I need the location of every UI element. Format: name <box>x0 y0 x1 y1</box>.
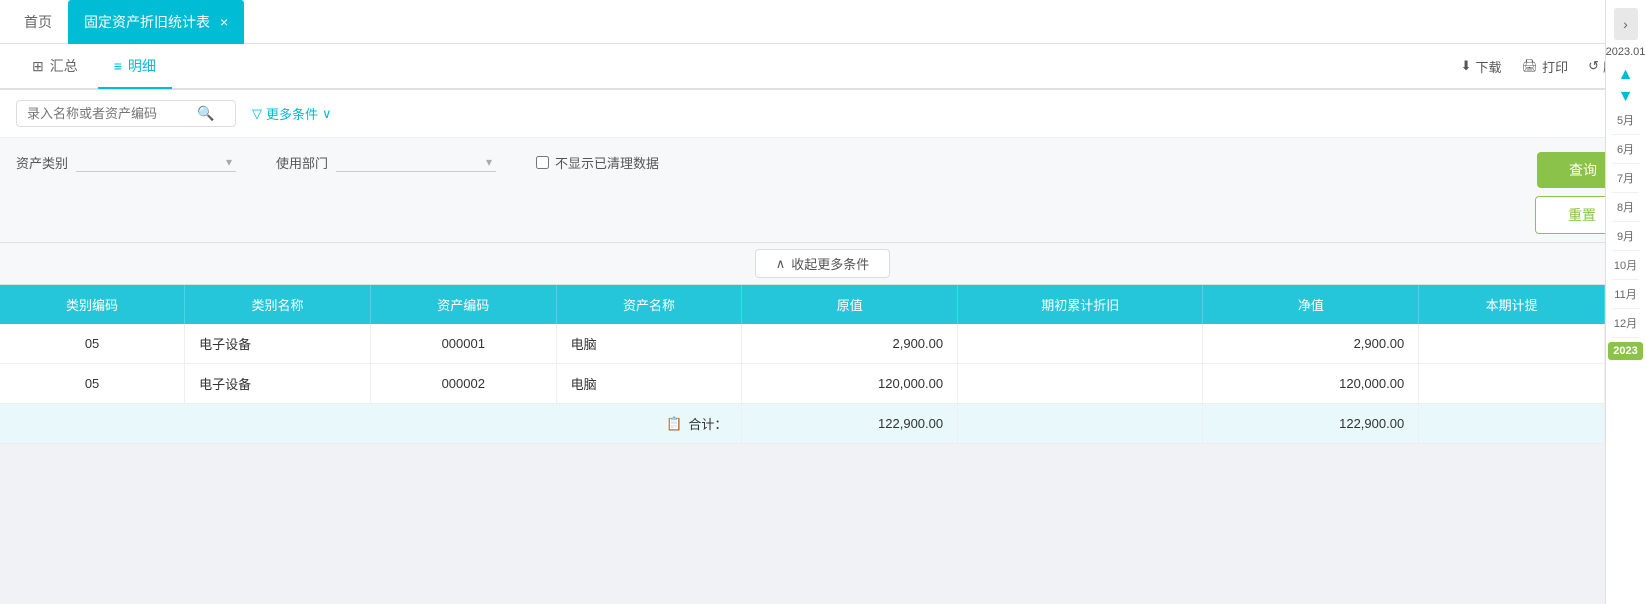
summary-label: 汇总 <box>50 56 78 76</box>
total-original-value: 122,900.00 <box>742 404 958 444</box>
col-asset-name: 资产名称 <box>556 285 742 324</box>
col-initial-depreciation: 期初累计折旧 <box>958 285 1203 324</box>
month-list: 5月6月7月8月9月10月11月12月 <box>1612 106 1639 338</box>
detail-label: 明细 <box>128 56 156 76</box>
detail-icon: ≡ <box>114 58 122 74</box>
table-row: 05 电子设备 000002 电脑 120,000.00 120,000.00 <box>0 364 1605 404</box>
sub-tabs-right: ⬇ 下载 🖨 打印 ↺ 刷新 <box>1461 57 1629 76</box>
search-icon[interactable]: 🔍 <box>197 105 214 122</box>
filter-icon: ▽ <box>252 106 262 122</box>
expand-panel-btn[interactable]: › <box>1614 8 1638 40</box>
no-cleared-filter: 不显示已清理数据 <box>536 153 659 172</box>
asset-type-select[interactable] <box>76 152 236 172</box>
date-display: 2023.01 <box>1606 46 1645 58</box>
no-cleared-checkbox[interactable] <box>536 156 549 169</box>
cell-category-name: 电子设备 <box>185 324 371 364</box>
more-conditions-label: 更多条件 <box>266 104 318 123</box>
tab-close-btn[interactable]: × <box>220 14 228 30</box>
total-label-text: 合计： <box>688 414 727 433</box>
right-panel: › 2023.01 ▲ ▼ 5月6月7月8月9月10月11月12月 2023 <box>1605 0 1645 604</box>
col-category-code: 类别编码 <box>0 285 185 324</box>
col-original-value: 原值 <box>742 285 958 324</box>
download-btn[interactable]: ⬇ 下载 <box>1461 57 1502 76</box>
cell-category-name: 电子设备 <box>185 364 371 404</box>
month-item[interactable]: 11月 <box>1612 280 1639 309</box>
search-bar: 🔍 ▽ 更多条件 ∨ <box>0 90 1645 138</box>
month-item[interactable]: 12月 <box>1612 309 1639 338</box>
cell-asset-code: 000001 <box>370 324 556 364</box>
active-tab[interactable]: 固定资产折旧统计表 × <box>68 0 244 44</box>
chevron-down-icon: ∨ <box>322 106 332 122</box>
refresh-icon: ↺ <box>1588 58 1599 74</box>
asset-type-filter: 资产类别 <box>16 152 236 172</box>
cell-initial-depreciation <box>958 324 1203 364</box>
collapse-btn[interactable]: ∧ 收起更多条件 <box>755 249 891 278</box>
search-input-wrap: 🔍 <box>16 100 236 127</box>
dept-select[interactable] <box>336 152 496 172</box>
col-asset-code: 资产编码 <box>370 285 556 324</box>
month-item[interactable]: 6月 <box>1612 135 1639 164</box>
cell-original-value: 120,000.00 <box>742 364 958 404</box>
table-header-row: 类别编码 类别名称 资产编码 资产名称 原值 期初累计折旧 净值 本期计提 <box>0 285 1605 324</box>
cell-category-code: 05 <box>0 364 185 404</box>
cell-net-value: 120,000.00 <box>1203 364 1419 404</box>
month-item[interactable]: 5月 <box>1612 106 1639 135</box>
col-category-name: 类别名称 <box>185 285 371 324</box>
print-icon: 🖨 <box>1522 58 1539 74</box>
collapse-label: 收起更多条件 <box>791 254 869 273</box>
tab-summary[interactable]: ⊞ 汇总 <box>16 45 94 89</box>
cell-current-period <box>1419 324 1605 364</box>
sub-tabs-bar: ⊞ 汇总 ≡ 明细 ⬇ 下载 🖨 打印 ↺ 刷新 <box>0 44 1645 90</box>
download-icon: ⬇ <box>1461 58 1472 74</box>
filter-area: 资产类别 使用部门 不显示已清理数据 <box>0 138 1645 243</box>
month-item[interactable]: 7月 <box>1612 164 1639 193</box>
cell-asset-name: 电脑 <box>556 324 742 364</box>
total-label-cell: 📋 合计： <box>0 404 742 444</box>
more-conditions-btn[interactable]: ▽ 更多条件 ∨ <box>252 104 332 123</box>
print-label: 打印 <box>1542 57 1568 76</box>
tab-label: 固定资产折旧统计表 <box>84 12 210 32</box>
dept-label: 使用部门 <box>276 153 328 172</box>
cell-initial-depreciation <box>958 364 1203 404</box>
total-initial-depreciation <box>958 404 1203 444</box>
dept-select-wrap <box>336 152 496 172</box>
cell-original-value: 2,900.00 <box>742 324 958 364</box>
nav-up-btn[interactable]: ▲ <box>1618 66 1634 84</box>
collapse-bar: ∧ 收起更多条件 <box>0 243 1645 285</box>
dept-filter: 使用部门 <box>276 152 496 172</box>
summary-icon: ⊞ <box>32 58 44 75</box>
year-badge: 2023 <box>1608 342 1642 360</box>
data-table: 类别编码 类别名称 资产编码 资产名称 原值 期初累计折旧 净值 本期计提 05… <box>0 285 1605 444</box>
cell-net-value: 2,900.00 <box>1203 324 1419 364</box>
table-total-row: 📋 合计： 122,900.00 122,900.00 <box>0 404 1605 444</box>
sub-tabs-left: ⊞ 汇总 ≡ 明细 <box>16 44 172 88</box>
nav-arrows: ▲ ▼ <box>1618 66 1634 106</box>
collapse-icon: ∧ <box>776 256 786 272</box>
nav-down-btn[interactable]: ▼ <box>1618 88 1634 106</box>
tab-detail[interactable]: ≡ 明细 <box>98 45 172 89</box>
month-item[interactable]: 8月 <box>1612 193 1639 222</box>
cell-asset-name: 电脑 <box>556 364 742 404</box>
asset-type-label: 资产类别 <box>16 153 68 172</box>
total-current-period <box>1419 404 1605 444</box>
month-item[interactable]: 10月 <box>1612 251 1639 280</box>
home-link[interactable]: 首页 <box>16 12 60 32</box>
table-row: 05 电子设备 000001 电脑 2,900.00 2,900.00 <box>0 324 1605 364</box>
no-cleared-label: 不显示已清理数据 <box>555 153 659 172</box>
top-bar: 首页 固定资产折旧统计表 × × <box>0 0 1645 44</box>
data-table-wrap: 类别编码 类别名称 资产编码 资产名称 原值 期初累计折旧 净值 本期计提 05… <box>0 285 1605 444</box>
total-net-value: 122,900.00 <box>1203 404 1419 444</box>
cell-category-code: 05 <box>0 324 185 364</box>
print-btn[interactable]: 🖨 打印 <box>1522 57 1569 76</box>
cell-current-period <box>1419 364 1605 404</box>
col-current-period: 本期计提 <box>1419 285 1605 324</box>
asset-type-select-wrap <box>76 152 236 172</box>
download-label: 下载 <box>1476 57 1502 76</box>
col-net-value: 净值 <box>1203 285 1419 324</box>
cell-asset-code: 000002 <box>370 364 556 404</box>
search-input[interactable] <box>27 106 197 121</box>
total-icon: 📋 <box>666 416 682 432</box>
month-item[interactable]: 9月 <box>1612 222 1639 251</box>
